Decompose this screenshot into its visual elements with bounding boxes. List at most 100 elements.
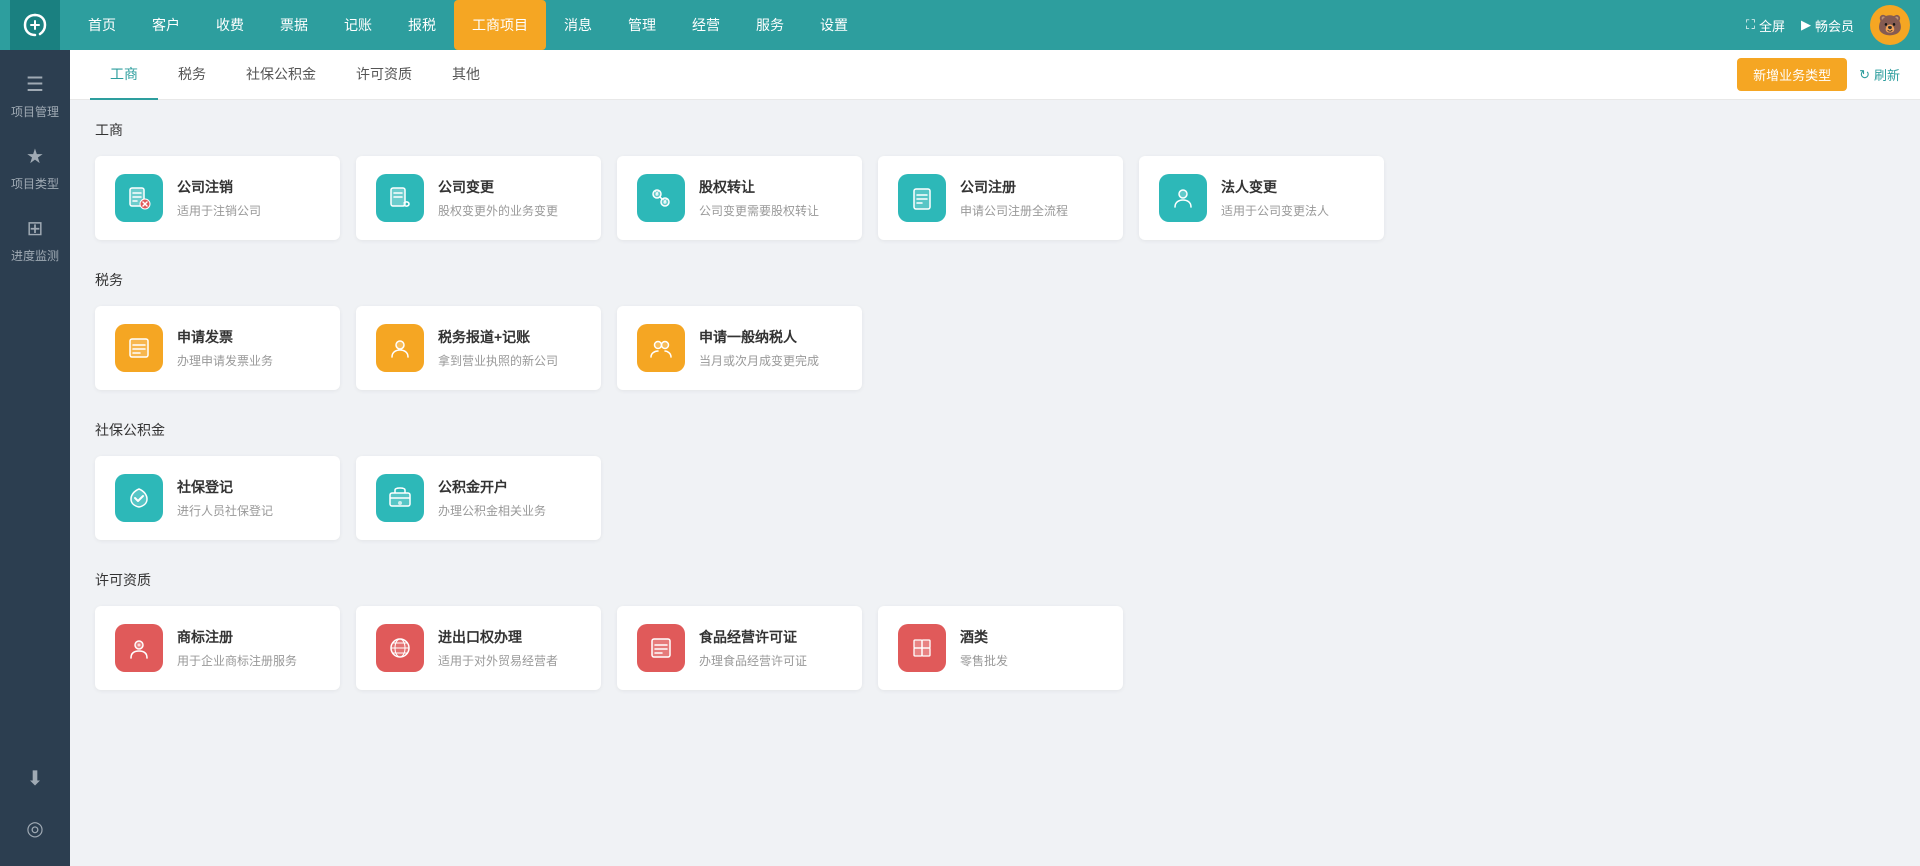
general-taxpayer-text: 申请一般纳税人 当月或次月成变更完成	[699, 327, 842, 369]
food-license-title: 食品经营许可证	[699, 627, 842, 647]
nav-tax[interactable]: 报税	[390, 0, 454, 50]
app-logo[interactable]	[10, 0, 60, 50]
liquor-icon	[898, 624, 946, 672]
nav-fees[interactable]: 收费	[198, 0, 262, 50]
tab-social-security[interactable]: 社保公积金	[226, 50, 336, 100]
fullscreen-icon: ⛶	[1746, 17, 1755, 33]
nav-manage[interactable]: 管理	[610, 0, 674, 50]
sidebar-download-button[interactable]: ⬇	[0, 756, 70, 801]
import-export-text: 进出口权办理 适用于对外贸易经营者	[438, 627, 581, 669]
food-license-icon	[637, 624, 685, 672]
general-taxpayer-title: 申请一般纳税人	[699, 327, 842, 347]
add-business-type-button[interactable]: 新增业务类型	[1737, 58, 1847, 91]
provident-fund-icon	[376, 474, 424, 522]
tax-report-accounting-desc: 拿到营业执照的新公司	[438, 352, 581, 369]
sidebar-item-project-type[interactable]: ★ 项目类型	[0, 132, 70, 204]
refresh-button[interactable]: ↻ 刷新	[1859, 65, 1900, 84]
general-taxpayer-icon	[637, 324, 685, 372]
nav-service[interactable]: 服务	[738, 0, 802, 50]
fullscreen-button[interactable]: ⛶ 全屏	[1746, 16, 1785, 35]
sidebar-location-button[interactable]: ◎	[0, 806, 70, 851]
svg-text:¥: ¥	[663, 199, 667, 206]
nav-operations[interactable]: 经营	[674, 0, 738, 50]
tab-tax[interactable]: 税务	[158, 50, 226, 100]
provident-fund-title: 公积金开户	[438, 477, 581, 497]
nav-bills[interactable]: 票据	[262, 0, 326, 50]
nav-items: 首页 客户 收费 票据 记账 报税 工商项目 消息 管理 经营 服务 设置	[70, 0, 1746, 50]
company-cancel-desc: 适用于注销公司	[177, 202, 320, 219]
cards-grid-social-security: 社保登记 进行人员社保登记 公积金开户	[95, 456, 1895, 540]
card-trademark-register[interactable]: 商标注册 用于企业商标注册服务	[95, 606, 340, 690]
legal-person-change-desc: 适用于公司变更法人	[1221, 202, 1364, 219]
card-general-taxpayer[interactable]: 申请一般纳税人 当月或次月成变更完成	[617, 306, 862, 390]
tab-other[interactable]: 其他	[432, 50, 500, 100]
liquor-text: 酒类 零售批发	[960, 627, 1103, 669]
top-navigation: 首页 客户 收费 票据 记账 报税 工商项目 消息 管理 经营 服务 设置 ⛶ …	[0, 0, 1920, 50]
tab-business-registration[interactable]: 工商	[90, 50, 158, 100]
social-security-register-title: 社保登记	[177, 477, 320, 497]
legal-person-icon	[1159, 174, 1207, 222]
card-liquor[interactable]: 酒类 零售批发	[878, 606, 1123, 690]
tab-license[interactable]: 许可资质	[336, 50, 432, 100]
card-company-register[interactable]: 公司注册 申请公司注册全流程	[878, 156, 1123, 240]
nav-message[interactable]: 消息	[546, 0, 610, 50]
section-title-tax: 税务	[95, 270, 1895, 290]
nav-home[interactable]: 首页	[70, 0, 134, 50]
card-social-security-register[interactable]: 社保登记 进行人员社保登记	[95, 456, 340, 540]
play-icon: ▶	[1801, 17, 1811, 33]
nav-settings[interactable]: 设置	[802, 0, 866, 50]
company-register-title: 公司注册	[960, 177, 1103, 197]
invoice-apply-text: 申请发票 办理申请发票业务	[177, 327, 320, 369]
company-register-desc: 申请公司注册全流程	[960, 202, 1103, 219]
invoice-apply-desc: 办理申请发票业务	[177, 352, 320, 369]
company-register-icon	[898, 174, 946, 222]
card-provident-fund[interactable]: 公积金开户 办理公积金相关业务	[356, 456, 601, 540]
sidebar: ☰ 项目管理 ★ 项目类型 ⊞ 进度监测 ⬇ ◎	[0, 50, 70, 866]
company-change-text: 公司变更 股权变更外的业务变更	[438, 177, 581, 219]
section-title-social-security: 社保公积金	[95, 420, 1895, 440]
tax-report-accounting-text: 税务报道+记账 拿到营业执照的新公司	[438, 327, 581, 369]
company-change-icon	[376, 174, 424, 222]
svg-text:¥: ¥	[655, 191, 659, 198]
sidebar-item-progress-monitor[interactable]: ⊞ 进度监测	[0, 204, 70, 276]
invoice-apply-title: 申请发票	[177, 327, 320, 347]
equity-transfer-desc: 公司变更需要股权转让	[699, 202, 842, 219]
card-equity-transfer[interactable]: ¥ ¥ 股权转让 公司变更需要股权转让	[617, 156, 862, 240]
social-security-register-icon	[115, 474, 163, 522]
company-change-desc: 股权变更外的业务变更	[438, 202, 581, 219]
legal-person-change-title: 法人变更	[1221, 177, 1364, 197]
scroll-content[interactable]: 工商 公司注销	[70, 100, 1920, 866]
equity-transfer-text: 股权转让 公司变更需要股权转让	[699, 177, 842, 219]
nav-business[interactable]: 工商项目	[454, 0, 546, 50]
content-area: 工商 税务 社保公积金 许可资质 其他 新增业务类型 ↻ 刷新 工商	[70, 50, 1920, 866]
card-food-license[interactable]: 食品经营许可证 办理食品经营许可证	[617, 606, 862, 690]
tab-bar-actions: 新增业务类型 ↻ 刷新	[1737, 58, 1900, 91]
tab-bar: 工商 税务 社保公积金 许可资质 其他 新增业务类型 ↻ 刷新	[70, 50, 1920, 100]
general-taxpayer-desc: 当月或次月成变更完成	[699, 352, 842, 369]
legal-person-change-text: 法人变更 适用于公司变更法人	[1221, 177, 1364, 219]
nav-customer[interactable]: 客户	[134, 0, 198, 50]
card-import-export[interactable]: 进出口权办理 适用于对外贸易经营者	[356, 606, 601, 690]
grid-icon: ⊞	[27, 216, 44, 241]
food-license-text: 食品经营许可证 办理食品经营许可证	[699, 627, 842, 669]
card-company-change[interactable]: 公司变更 股权变更外的业务变更	[356, 156, 601, 240]
provident-fund-text: 公积金开户 办理公积金相关业务	[438, 477, 581, 519]
cards-grid-business: 公司注销 适用于注销公司 公司变更	[95, 156, 1895, 240]
card-company-cancel[interactable]: 公司注销 适用于注销公司	[95, 156, 340, 240]
card-tax-report-accounting[interactable]: 税务报道+记账 拿到营业执照的新公司	[356, 306, 601, 390]
liquor-desc: 零售批发	[960, 652, 1103, 669]
member-button[interactable]: ▶ 畅会员	[1801, 16, 1854, 35]
sidebar-item-project-manage[interactable]: ☰ 项目管理	[0, 60, 70, 132]
equity-transfer-icon: ¥ ¥	[637, 174, 685, 222]
card-invoice-apply[interactable]: 申请发票 办理申请发票业务	[95, 306, 340, 390]
mascot-avatar[interactable]: 🐻	[1870, 5, 1910, 45]
trademark-register-desc: 用于企业商标注册服务	[177, 652, 320, 669]
company-cancel-icon	[115, 174, 163, 222]
tax-report-accounting-title: 税务报道+记账	[438, 327, 581, 347]
import-export-title: 进出口权办理	[438, 627, 581, 647]
nav-accounting[interactable]: 记账	[326, 0, 390, 50]
invoice-apply-icon	[115, 324, 163, 372]
trademark-register-icon	[115, 624, 163, 672]
cards-grid-license: 商标注册 用于企业商标注册服务	[95, 606, 1895, 690]
card-legal-person-change[interactable]: 法人变更 适用于公司变更法人	[1139, 156, 1384, 240]
